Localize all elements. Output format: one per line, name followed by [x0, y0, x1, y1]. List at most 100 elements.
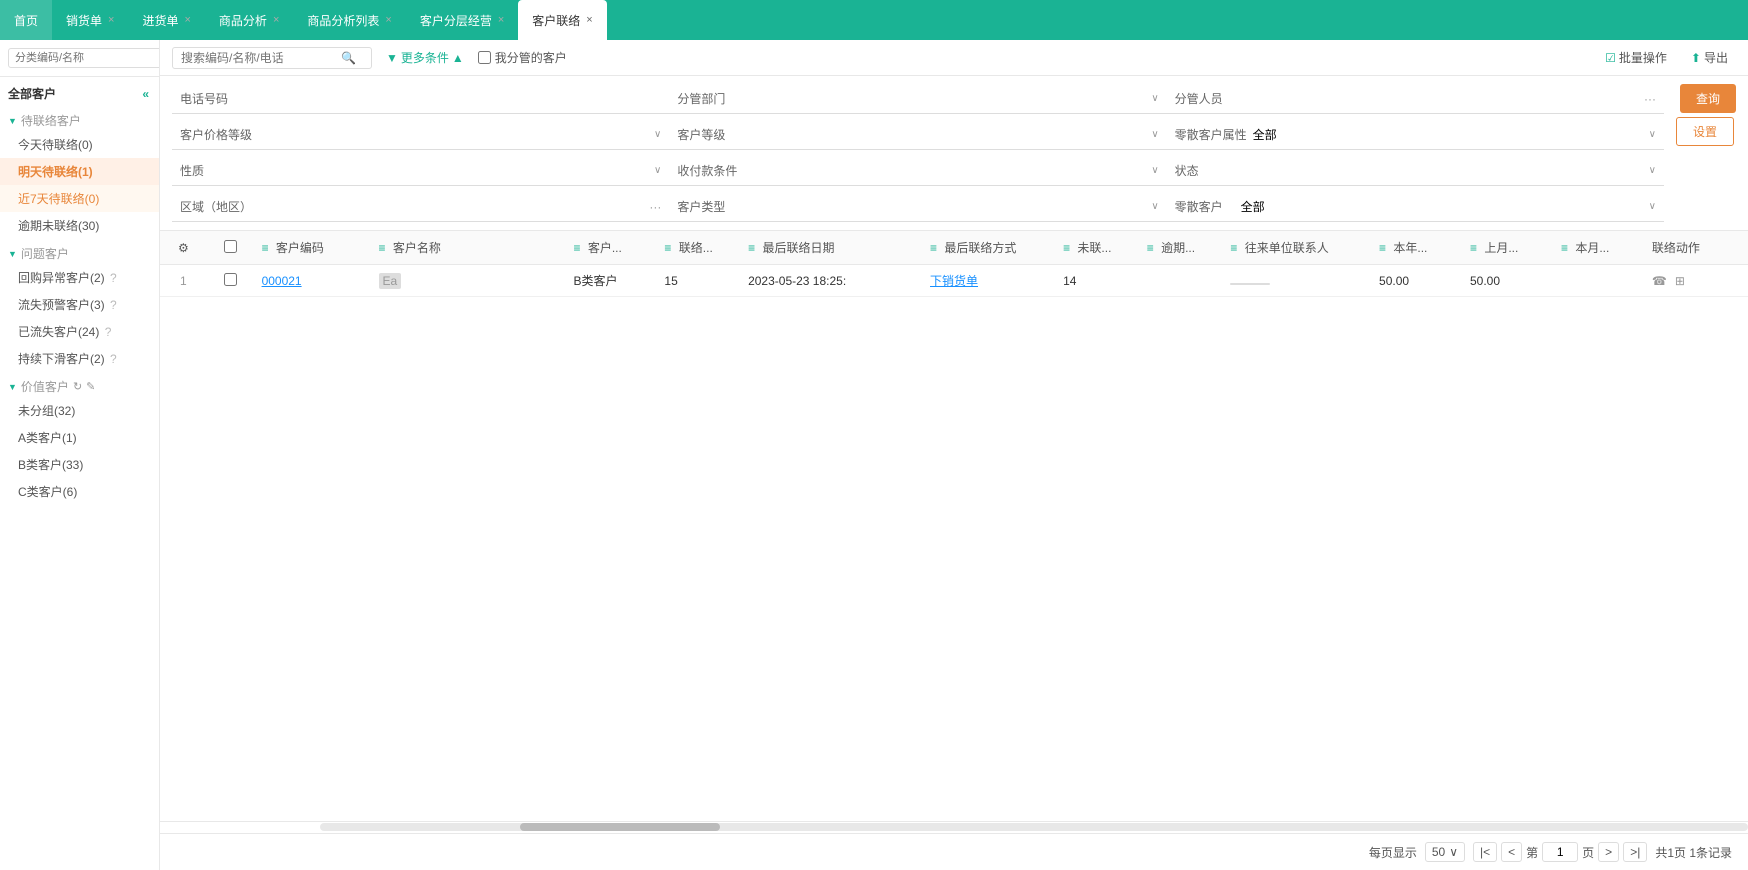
- nav-tab-1-close[interactable]: ×: [184, 14, 190, 26]
- sidebar-item-declining[interactable]: 持续下滑客户(2) ?: [0, 345, 159, 372]
- sidebar-section-value[interactable]: 价值客户 ↻ ✎: [0, 372, 159, 397]
- filter-person-select[interactable]: ···: [1241, 92, 1656, 106]
- phone-action-icon[interactable]: ☎: [1652, 274, 1667, 288]
- col-uncontact-sep: ≡: [1063, 241, 1070, 255]
- filter-phone-input[interactable]: [246, 92, 661, 106]
- nav-tab-4-label: 客户分层经营: [420, 12, 492, 29]
- filter-cust-type-select[interactable]: ∨: [743, 201, 1158, 212]
- sidebar-item-lost[interactable]: 已流失客户(24) ?: [0, 318, 159, 345]
- row-code[interactable]: 000021: [254, 265, 371, 297]
- filter-status-label: 状态: [1175, 162, 1235, 179]
- my-customers-filter[interactable]: 我分管的客户: [478, 49, 567, 66]
- help-icon-0[interactable]: ?: [110, 271, 117, 285]
- export-icon: ⬆: [1691, 51, 1701, 65]
- query-button[interactable]: 查询: [1680, 84, 1736, 113]
- sidebar-collapse-icon[interactable]: «: [142, 87, 149, 101]
- filter-retail-attr-select[interactable]: 全部 ∨: [1253, 126, 1656, 143]
- sidebar-section-problem[interactable]: 问题客户: [0, 239, 159, 264]
- sidebar-item-classA[interactable]: A类客户(1): [0, 424, 159, 451]
- chevron-up-icon: ▲: [452, 51, 464, 65]
- chevron-down-icon-6: ∨: [1151, 165, 1158, 176]
- sidebar-section-problem-label: 问题客户: [21, 245, 69, 262]
- filter-more-btn[interactable]: ▼ 更多条件 ▲: [380, 46, 470, 69]
- help-icon-3[interactable]: ?: [110, 352, 117, 366]
- first-page-btn[interactable]: |<: [1473, 842, 1497, 862]
- nav-tab-0[interactable]: 销货单 ×: [52, 0, 128, 40]
- nav-tab-4-close[interactable]: ×: [498, 14, 504, 26]
- search-icon[interactable]: 🔍: [341, 51, 356, 65]
- nav-home[interactable]: 首页: [0, 0, 52, 40]
- filter-price-grade-select[interactable]: ∨: [258, 129, 661, 140]
- col-last-method: ≡ 最后联络方式: [922, 231, 1055, 265]
- col-gear[interactable]: ⚙: [160, 231, 207, 265]
- col-year-sep: ≡: [1379, 241, 1386, 255]
- last-page-btn[interactable]: >|: [1623, 842, 1647, 862]
- filter-status-select[interactable]: ∨: [1241, 165, 1656, 176]
- prev-page-btn[interactable]: <: [1501, 842, 1522, 862]
- filter-retail-cust-select[interactable]: 全部 ∨: [1241, 198, 1656, 215]
- filter-region-select[interactable]: ···: [258, 200, 661, 214]
- sidebar-item-overdue[interactable]: 逾期未联络(30): [0, 212, 159, 239]
- filter-nature-select[interactable]: ∨: [246, 165, 661, 176]
- next-page-btn[interactable]: >: [1598, 842, 1619, 862]
- last-method-link[interactable]: 下销货单: [930, 274, 978, 288]
- grid-action-icon[interactable]: ⊞: [1675, 274, 1685, 288]
- filter-panel: 电话号码 分管部门 ∨ 分管人员: [160, 76, 1748, 231]
- nav-tab-2-close[interactable]: ×: [273, 14, 279, 26]
- sidebar-item-lostwarning[interactable]: 流失预警客户(3) ?: [0, 291, 159, 318]
- nav-tab-0-close[interactable]: ×: [108, 14, 114, 26]
- row-checkbox[interactable]: [207, 265, 254, 297]
- nav-tab-5[interactable]: 客户联络 ×: [518, 0, 606, 40]
- sidebar-item-repurchase[interactable]: 回购异常客户(2) ?: [0, 264, 159, 291]
- nav-tab-3[interactable]: 商品分析列表 ×: [293, 0, 405, 40]
- col-checkbox[interactable]: [207, 231, 254, 265]
- sidebar-item-classB[interactable]: B类客户(33): [0, 451, 159, 478]
- toolbar-search: 🔍: [172, 47, 372, 69]
- filter-region: 区域（地区） ···: [172, 192, 669, 222]
- sidebar-section-pending[interactable]: 待联络客户: [0, 106, 159, 131]
- filter-dept-label: 分管部门: [677, 90, 737, 107]
- nav-tab-5-close[interactable]: ×: [586, 14, 592, 26]
- sidebar-item-7days[interactable]: 近7天待联络(0): [0, 185, 159, 212]
- filter-price-grade: 客户价格等级 ∨: [172, 120, 669, 150]
- page-size-select[interactable]: 50 ∨: [1425, 842, 1465, 862]
- nav-tab-3-close[interactable]: ×: [385, 14, 391, 26]
- nav-tab-2-label: 商品分析: [219, 12, 267, 29]
- page-input[interactable]: [1542, 842, 1578, 862]
- nav-tab-5-label: 客户联络: [532, 12, 580, 29]
- export-btn[interactable]: ⬆ 导出: [1683, 46, 1736, 69]
- row-select-checkbox[interactable]: [224, 273, 237, 286]
- sidebar-item-tomorrow[interactable]: 明天待联络(1): [0, 158, 159, 185]
- sidebar-item-today[interactable]: 今天待联络(0): [0, 131, 159, 158]
- search-input[interactable]: [181, 51, 341, 65]
- nav-tab-2[interactable]: 商品分析 ×: [205, 0, 293, 40]
- row-name[interactable]: Ea: [371, 265, 566, 297]
- nav-tab-1[interactable]: 进货单 ×: [128, 0, 204, 40]
- col-name-sep: ≡: [379, 241, 386, 255]
- help-icon-2[interactable]: ?: [105, 325, 112, 339]
- reset-button[interactable]: 设置: [1676, 117, 1734, 146]
- sidebar-search-input[interactable]: [8, 48, 160, 68]
- select-all-checkbox[interactable]: [224, 240, 237, 253]
- sidebar-item-ungroup[interactable]: 未分组(32): [0, 397, 159, 424]
- filter-row-3: 性质 ∨ 收付款条件 ∨: [172, 156, 1664, 186]
- col-type-sep: ≡: [573, 241, 580, 255]
- page-label: 第: [1526, 844, 1538, 861]
- my-customers-checkbox[interactable]: [478, 51, 491, 64]
- edit-icon[interactable]: ✎: [86, 380, 95, 393]
- row-contact-count: 15: [656, 265, 740, 297]
- h-scrollbar-thumb[interactable]: [520, 823, 720, 831]
- help-icon-1[interactable]: ?: [110, 298, 117, 312]
- gear-icon[interactable]: ⚙: [178, 241, 189, 255]
- page-suffix: 页: [1582, 844, 1594, 861]
- filter-payment-select[interactable]: ∨: [743, 165, 1158, 176]
- sidebar-all-customers[interactable]: 全部客户 «: [0, 77, 159, 106]
- nav-tab-4[interactable]: 客户分层经营 ×: [406, 0, 518, 40]
- filter-dept-select[interactable]: ∨: [743, 93, 1158, 104]
- refresh-icon[interactable]: ↻: [73, 380, 82, 393]
- chevron-down-icon-footer: ∨: [1449, 845, 1458, 859]
- batch-btn[interactable]: ☑ 批量操作: [1597, 46, 1675, 69]
- filter-customer-grade-select[interactable]: ∨: [743, 129, 1158, 140]
- row-last-method[interactable]: 下销货单: [922, 265, 1055, 297]
- sidebar-item-classC[interactable]: C类客户(6): [0, 478, 159, 505]
